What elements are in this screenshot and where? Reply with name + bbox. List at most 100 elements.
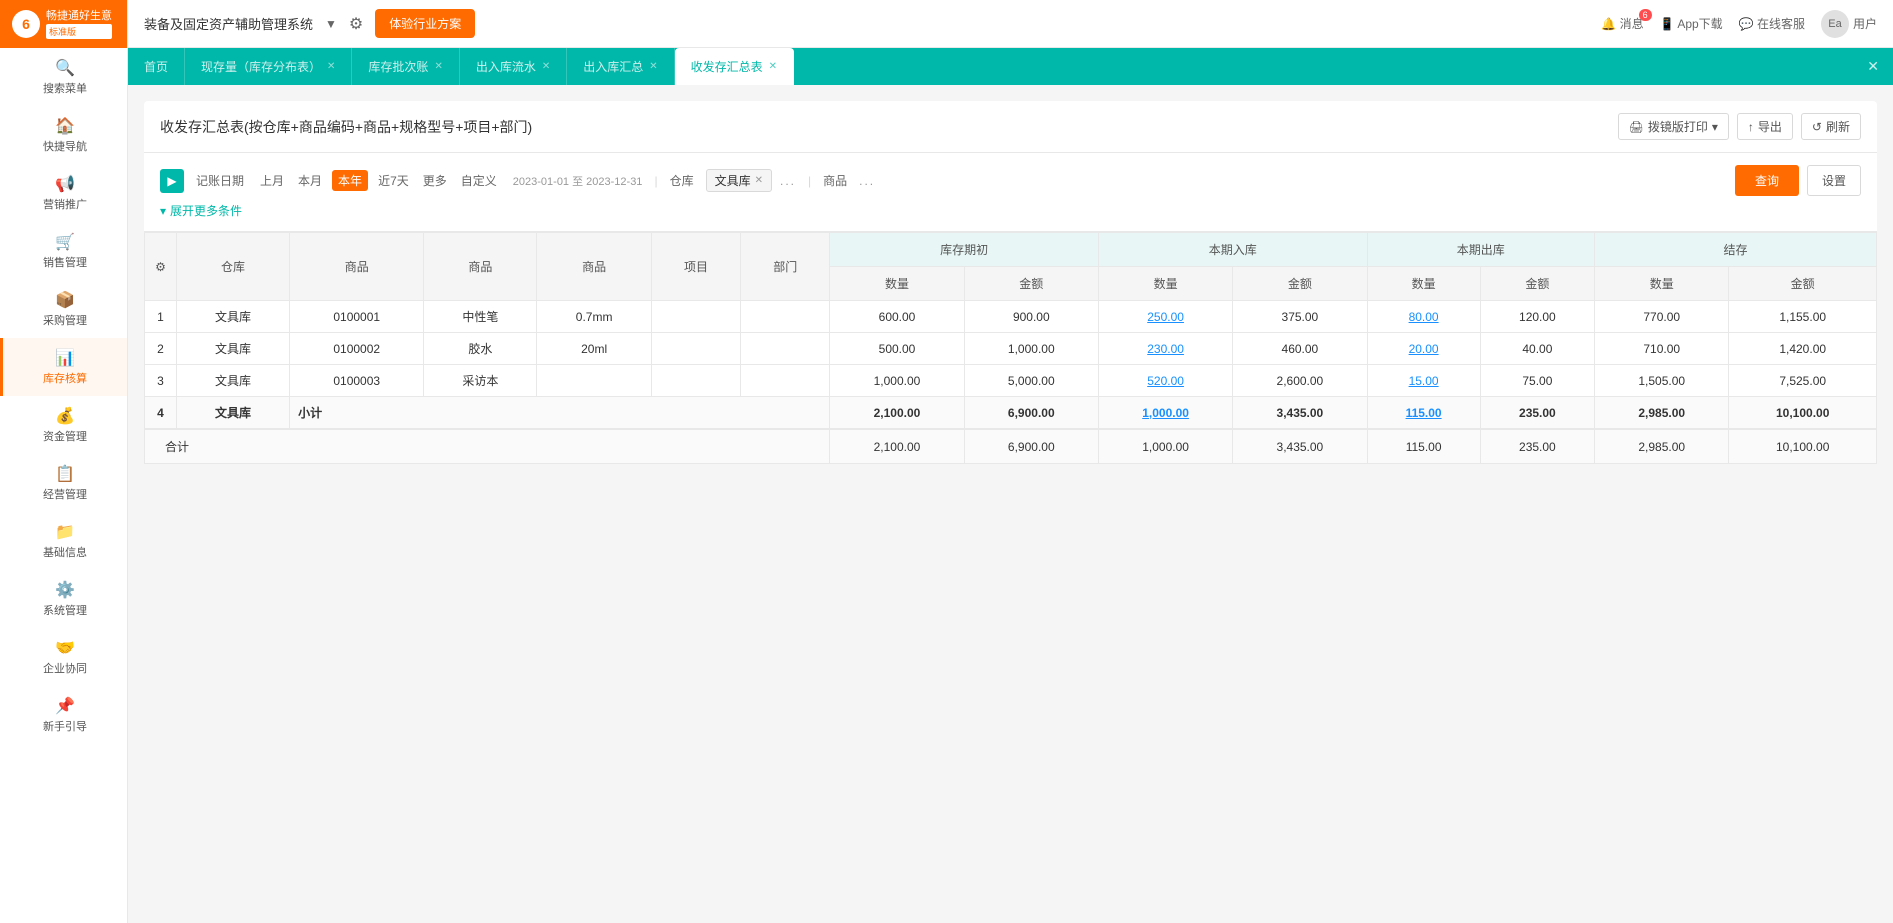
row-num: 2 [145, 333, 177, 365]
row-in-qty[interactable]: 250.00 [1098, 301, 1232, 333]
tab-inout-summary[interactable]: 出入库汇总 ✕ [567, 48, 674, 85]
notification-bell[interactable]: 🔔 6 消息 [1601, 15, 1643, 32]
subtotal-in-qty[interactable]: 1,000.00 [1098, 397, 1232, 430]
row-goods-code: 0100002 [290, 333, 424, 365]
purchase-icon: 📦 [55, 290, 75, 310]
inbound-qty-header: 数量 [1098, 267, 1232, 301]
row-close-amt: 1,155.00 [1729, 301, 1877, 333]
sidebar-label-guide: 新手引导 [43, 718, 87, 734]
total-in-qty: 1,000.00 [1098, 429, 1232, 464]
sidebar-label-basic: 基础信息 [43, 544, 87, 560]
top-header: 装备及固定资产辅助管理系统 ▼ ⚙ 体验行业方案 🔔 6 消息 📱 App下载 … [128, 0, 1893, 48]
sidebar-label-collab: 企业协同 [43, 660, 87, 676]
row-open-amt: 5,000.00 [964, 365, 1098, 397]
sidebar-item-inventory[interactable]: 📊 库存核算 [0, 338, 127, 396]
shortcut-last-month[interactable]: 上月 [256, 170, 288, 191]
sidebar-label-sales: 销售管理 [43, 254, 87, 270]
print-icon: 🖨 [1629, 120, 1644, 134]
service-icon: 💬 [1739, 17, 1754, 31]
home-icon: 🏠 [55, 116, 75, 136]
shortcut-7-days[interactable]: 近7天 [374, 170, 413, 191]
subtotal-out-qty[interactable]: 115.00 [1367, 397, 1480, 430]
col-settings[interactable]: ⚙ [145, 233, 177, 301]
shortcut-custom[interactable]: 自定义 [457, 170, 501, 191]
user-menu[interactable]: Ea 用户 [1821, 10, 1877, 38]
warehouse-more[interactable]: ... [780, 174, 796, 188]
sidebar-item-system[interactable]: ⚙️ 系统管理 [0, 570, 127, 628]
row-open-qty: 600.00 [830, 301, 964, 333]
row-warehouse: 文具库 [177, 333, 290, 365]
row-out-qty[interactable]: 80.00 [1367, 301, 1480, 333]
sidebar-item-collab[interactable]: 🤝 企业协同 [0, 628, 127, 686]
sidebar-item-finance[interactable]: 💰 资金管理 [0, 396, 127, 454]
header-left: 装备及固定资产辅助管理系统 ▼ ⚙ 体验行业方案 [144, 9, 475, 38]
col-inbound-header: 本期入库 [1098, 233, 1367, 267]
sidebar-item-search[interactable]: 🔍 搜索菜单 [0, 48, 127, 106]
tab-inout-flow-close[interactable]: ✕ [542, 61, 550, 72]
warehouse-tag[interactable]: 文具库 ✕ [706, 169, 772, 192]
tab-recv-send-close[interactable]: ✕ [769, 61, 777, 72]
sidebar-item-basic[interactable]: 📁 基础信息 [0, 512, 127, 570]
print-button[interactable]: 🖨 拨镜版打印 ▾ [1618, 113, 1729, 140]
sidebar-item-purchase[interactable]: 📦 采购管理 [0, 280, 127, 338]
row-goods-spec: 0.7mm [537, 301, 651, 333]
filter-settings-button[interactable]: 设置 [1807, 165, 1861, 196]
col-project-header: 项目 [651, 233, 740, 301]
tab-stock-dist[interactable]: 现存量（库存分布表） ✕ [185, 48, 352, 85]
total-open-amt: 6,900.00 [964, 429, 1098, 464]
table-row: 1 文具库 0100001 中性笔 0.7mm 600.00 900.00 25… [145, 301, 1877, 333]
online-service-link[interactable]: 💬 在线客服 [1739, 15, 1805, 32]
tab-home[interactable]: 首页 [128, 48, 185, 85]
row-in-qty[interactable]: 520.00 [1098, 365, 1232, 397]
sidebar-item-operation[interactable]: 📋 经营管理 [0, 454, 127, 512]
tab-inout-summary-close[interactable]: ✕ [649, 61, 657, 72]
refresh-button[interactable]: ↺ 刷新 [1801, 113, 1861, 140]
tab-stock-dist-close[interactable]: ✕ [327, 61, 335, 72]
header-settings-icon[interactable]: ⚙ [349, 14, 363, 34]
row-out-qty[interactable]: 15.00 [1367, 365, 1480, 397]
row-in-amt: 460.00 [1233, 333, 1367, 365]
tab-inout-summary-label: 出入库汇总 [583, 58, 643, 75]
query-button[interactable]: 查询 [1735, 165, 1799, 196]
system-selector[interactable]: ▼ [325, 17, 337, 31]
date-shortcuts: 上月 本月 本年 近7天 更多 自定义 [256, 170, 501, 191]
row-in-qty[interactable]: 230.00 [1098, 333, 1232, 365]
date-label: 记账日期 [196, 172, 244, 189]
tab-batch[interactable]: 库存批次账 ✕ [352, 48, 459, 85]
goods-more[interactable]: ... [859, 174, 875, 188]
app-download-link[interactable]: 📱 App下载 [1660, 15, 1723, 32]
row-num: 1 [145, 301, 177, 333]
tab-recv-send-summary[interactable]: 收发存汇总表 ✕ [675, 48, 794, 85]
row-out-amt: 40.00 [1480, 333, 1594, 365]
expand-conditions[interactable]: ▾ 展开更多条件 [160, 196, 1861, 219]
inbound-amt-header: 金额 [1233, 267, 1367, 301]
tab-inout-flow[interactable]: 出入库流水 ✕ [460, 48, 567, 85]
warehouse-tag-close[interactable]: ✕ [755, 175, 763, 186]
tab-recv-send-label: 收发存汇总表 [691, 58, 763, 75]
sidebar-item-quick-nav[interactable]: 🏠 快捷导航 [0, 106, 127, 164]
header-right: 🔔 6 消息 📱 App下载 💬 在线客服 Ea 用户 [1601, 10, 1877, 38]
sidebar-item-marketing[interactable]: 📢 营销推广 [0, 164, 127, 222]
row-goods-spec [537, 365, 651, 397]
export-button[interactable]: ↑ 导出 [1737, 113, 1793, 140]
row-project [651, 365, 740, 397]
row-out-qty[interactable]: 20.00 [1367, 333, 1480, 365]
col-goods-code-header: 商品 [290, 233, 424, 301]
total-open-qty: 2,100.00 [830, 429, 964, 464]
notification-count: 6 [1639, 9, 1652, 21]
shortcut-this-month[interactable]: 本月 [294, 170, 326, 191]
try-button[interactable]: 体验行业方案 [375, 9, 475, 38]
row-goods-name: 中性笔 [424, 301, 537, 333]
sidebar-item-sales[interactable]: 🛒 销售管理 [0, 222, 127, 280]
table-container: ⚙ 仓库 商品 商品 商品 项目 部门 库存期初 本期入库 本期出库 结存 数量 [144, 232, 1877, 464]
shortcut-more[interactable]: 更多 [419, 170, 451, 191]
app-subtitle: 标准版 [46, 24, 112, 39]
tabs-close-all[interactable]: ✕ [1853, 48, 1893, 85]
data-table: ⚙ 仓库 商品 商品 商品 项目 部门 库存期初 本期入库 本期出库 结存 数量 [144, 232, 1877, 464]
sidebar-item-guide[interactable]: 📌 新手引导 [0, 686, 127, 744]
subtotal-warehouse: 文具库 [177, 397, 290, 430]
shortcut-this-year[interactable]: 本年 [332, 170, 368, 191]
chevron-down-icon: ▾ [1712, 120, 1718, 134]
tab-batch-close[interactable]: ✕ [434, 61, 442, 72]
filter-expand-button[interactable]: ▶ [160, 169, 184, 193]
